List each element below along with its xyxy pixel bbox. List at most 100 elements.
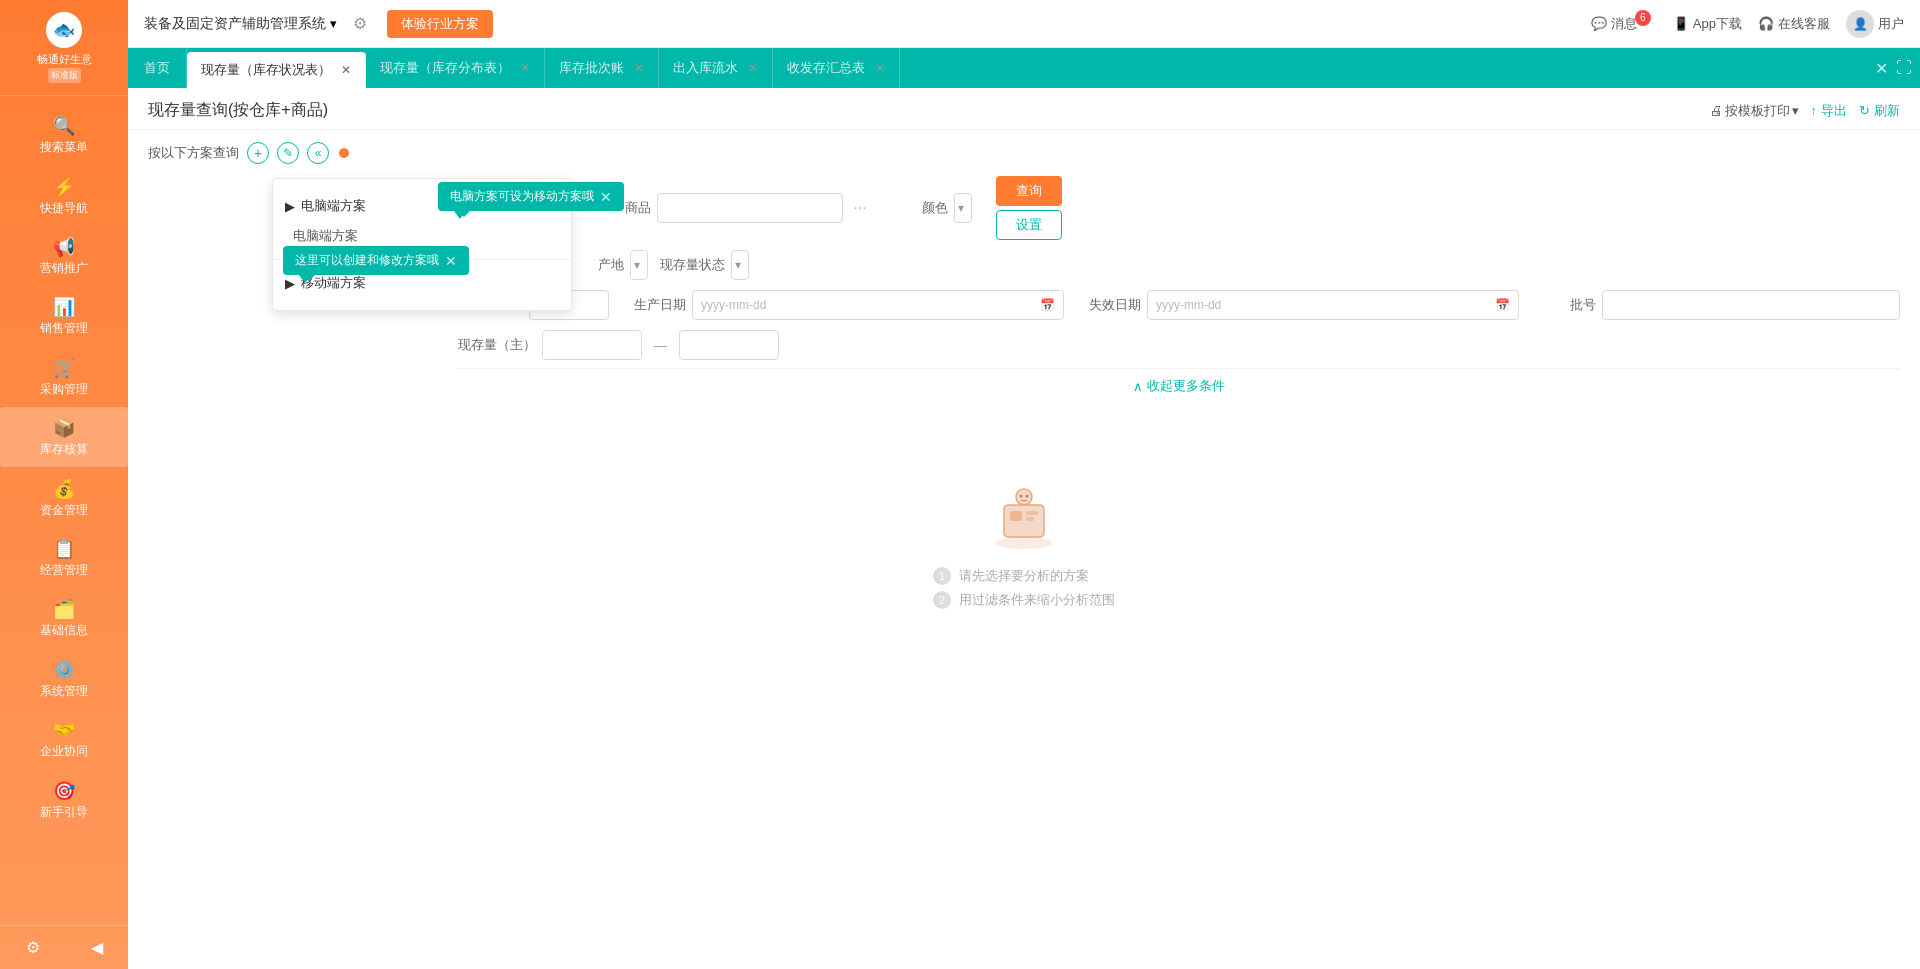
- page-actions: 🖨 按模板打印 ▾ ↑ 导出 ↻ 刷新: [1710, 102, 1901, 120]
- sidebar-item-label: 快捷导航: [40, 201, 88, 215]
- message-icon: 💬: [1591, 16, 1607, 31]
- tab-expand-btn[interactable]: ⛶: [1896, 59, 1912, 77]
- app-download-action[interactable]: 📱 App下载: [1673, 15, 1742, 33]
- system-name: 装备及固定资产辅助管理系统: [144, 15, 326, 33]
- batch-filter: 批号: [1531, 290, 1900, 320]
- sidebar-item-guide[interactable]: 🎯 新手引导: [0, 770, 128, 829]
- expire-date-label: 失效日期: [1076, 296, 1141, 314]
- tab-inventory-dist-label: 现存量（库存分布表）: [380, 59, 510, 77]
- tab-close-all-btn[interactable]: ✕: [1875, 59, 1888, 78]
- add-scheme-btn[interactable]: +: [247, 142, 269, 164]
- stock-status-label: 现存量状态: [660, 256, 725, 274]
- tooltip2-close-btn[interactable]: ✕: [445, 253, 457, 269]
- header-left: 装备及固定资产辅助管理系统 ▾ ⚙ 体验行业方案: [144, 10, 493, 38]
- sidebar-item-quick-nav[interactable]: ⚡ 快捷导航: [0, 166, 128, 225]
- step2-text: 用过滤条件来缩小分析范围: [959, 591, 1115, 609]
- stock-status-select-wrapper: [731, 250, 749, 280]
- sidebar-item-system[interactable]: ⚙️ 系统管理: [0, 649, 128, 708]
- sidebar-item-label: 经营管理: [40, 563, 88, 577]
- message-action[interactable]: 💬 消息 6: [1591, 15, 1657, 33]
- sidebar-item-inventory[interactable]: 📦 库存核算: [0, 407, 128, 466]
- tab-batch-account[interactable]: 库存批次账 ✕: [545, 48, 659, 88]
- tab-close-icon[interactable]: ✕: [341, 63, 351, 77]
- svg-point-5: [1016, 489, 1032, 505]
- expire-date-from[interactable]: yyyy-mm-dd 📅: [1147, 290, 1519, 320]
- origin-select-wrapper: [630, 250, 648, 280]
- sidebar-item-label: 资金管理: [40, 503, 88, 517]
- sidebar-item-marketing[interactable]: 📢 营销推广: [0, 226, 128, 285]
- headset-icon: 🎧: [1758, 16, 1774, 31]
- tab-inventory-dist[interactable]: 现存量（库存分布表） ✕: [366, 48, 545, 88]
- trial-btn[interactable]: 体验行业方案: [387, 10, 493, 38]
- tab-home-label: 首页: [144, 59, 170, 77]
- prod-date-filter: 生产日期 yyyy-mm-dd 📅: [621, 290, 1064, 320]
- batch-label: 批号: [1531, 296, 1596, 314]
- prod-date-label: 生产日期: [621, 296, 686, 314]
- prod-date-from[interactable]: yyyy-mm-dd 📅: [692, 290, 1064, 320]
- sidebar-menu: 🔍 搜索菜单 ⚡ 快捷导航 📢 营销推广 📊 销售管理 🛒 采购管理 📦 库存核…: [0, 96, 128, 925]
- color-select[interactable]: [954, 193, 972, 223]
- system-name-selector[interactable]: 装备及固定资产辅助管理系统 ▾: [144, 15, 337, 33]
- expire-date-placeholder: yyyy-mm-dd: [1156, 298, 1221, 312]
- tab-bar-end: ✕ ⛶: [1875, 59, 1920, 78]
- svg-point-6: [1020, 495, 1023, 498]
- edit-scheme-btn[interactable]: ✎: [277, 142, 299, 164]
- online-service-action[interactable]: 🎧 在线客服: [1758, 15, 1830, 33]
- sidebar-logo: 🐟 畅通好生意 标准版: [0, 0, 128, 96]
- sidebar-settings-btn[interactable]: ⚙: [26, 938, 40, 957]
- inventory-icon: 📦: [53, 417, 75, 439]
- calendar-icon2: 📅: [1495, 298, 1510, 312]
- tab-close-icon[interactable]: ✕: [875, 61, 885, 75]
- mobile-icon: 📱: [1673, 16, 1689, 31]
- sidebar-item-search-menu[interactable]: 🔍 搜索菜单: [0, 105, 128, 164]
- pc-scheme-label: 电脑端方案: [301, 197, 366, 215]
- online-service-label: 在线客服: [1778, 15, 1830, 33]
- tab-receive-summary-label: 收发存汇总表: [787, 59, 865, 77]
- tab-home[interactable]: 首页: [128, 48, 187, 88]
- inventory-to-input[interactable]: [679, 330, 779, 360]
- stock-status-select[interactable]: [731, 250, 749, 280]
- goods-dots[interactable]: ···: [849, 199, 870, 217]
- settings-icon[interactable]: ⚙: [353, 14, 367, 33]
- refresh-btn[interactable]: ↻ 刷新: [1859, 102, 1900, 120]
- sidebar-collapse-btn[interactable]: ◀: [91, 938, 103, 957]
- tab-in-out-flow[interactable]: 出入库流水 ✕: [659, 48, 773, 88]
- sidebar-item-operations[interactable]: 📋 经营管理: [0, 528, 128, 587]
- origin-select[interactable]: [630, 250, 648, 280]
- collapse-label: 收起更多条件: [1147, 377, 1225, 395]
- tab-receive-summary[interactable]: 收发存汇总表 ✕: [773, 48, 900, 88]
- filter-row-4: 现存量（主） —: [458, 330, 1900, 360]
- sidebar-item-enterprise[interactable]: 🤝 企业协同: [0, 709, 128, 768]
- sidebar-item-sales[interactable]: 📊 销售管理: [0, 286, 128, 345]
- tab-in-out-flow-label: 出入库流水: [673, 59, 738, 77]
- search-btn[interactable]: 查询: [996, 176, 1062, 206]
- tab-close-icon[interactable]: ✕: [634, 61, 644, 75]
- inventory-filter: 现存量（主） —: [458, 330, 779, 360]
- sidebar-item-purchase[interactable]: 🛒 采购管理: [0, 347, 128, 406]
- message-label: 消息: [1611, 15, 1637, 33]
- tab-batch-account-label: 库存批次账: [559, 59, 624, 77]
- header-right: 💬 消息 6 📱 App下载 🎧 在线客服 👤 用户: [1591, 10, 1904, 38]
- tab-close-icon[interactable]: ✕: [520, 61, 530, 75]
- goods-input[interactable]: [657, 193, 843, 223]
- print-template-btn[interactable]: 🖨 按模板打印 ▾: [1710, 102, 1799, 120]
- tab-bar: 首页 现存量（库存状况表） ✕ 现存量（库存分布表） ✕ 库存批次账 ✕ 出入库…: [128, 48, 1920, 88]
- back-scheme-btn[interactable]: «: [307, 142, 329, 164]
- sidebar-item-label: 采购管理: [40, 382, 88, 396]
- tooltip1-close-btn[interactable]: ✕: [600, 189, 612, 205]
- tab-inventory-status[interactable]: 现存量（库存状况表） ✕: [187, 52, 366, 88]
- tooltip1-text: 电脑方案可设为移动方案哦: [450, 188, 594, 205]
- tab-close-icon[interactable]: ✕: [748, 61, 758, 75]
- svg-point-0: [996, 537, 1052, 549]
- sidebar-item-finance[interactable]: 💰 资金管理: [0, 468, 128, 527]
- reset-btn[interactable]: 设置: [996, 210, 1062, 240]
- batch-input[interactable]: [1602, 290, 1900, 320]
- user-action[interactable]: 👤 用户: [1846, 10, 1904, 38]
- chevron-right-icon: ▶: [285, 199, 295, 214]
- marketing-icon: 📢: [53, 236, 75, 258]
- inventory-from-input[interactable]: [542, 330, 642, 360]
- collapse-btn[interactable]: ∧ 收起更多条件: [458, 368, 1900, 403]
- basic-info-icon: 🗂️: [53, 598, 75, 620]
- sidebar-item-basic-info[interactable]: 🗂️ 基础信息: [0, 588, 128, 647]
- export-btn[interactable]: ↑ 导出: [1811, 102, 1848, 120]
